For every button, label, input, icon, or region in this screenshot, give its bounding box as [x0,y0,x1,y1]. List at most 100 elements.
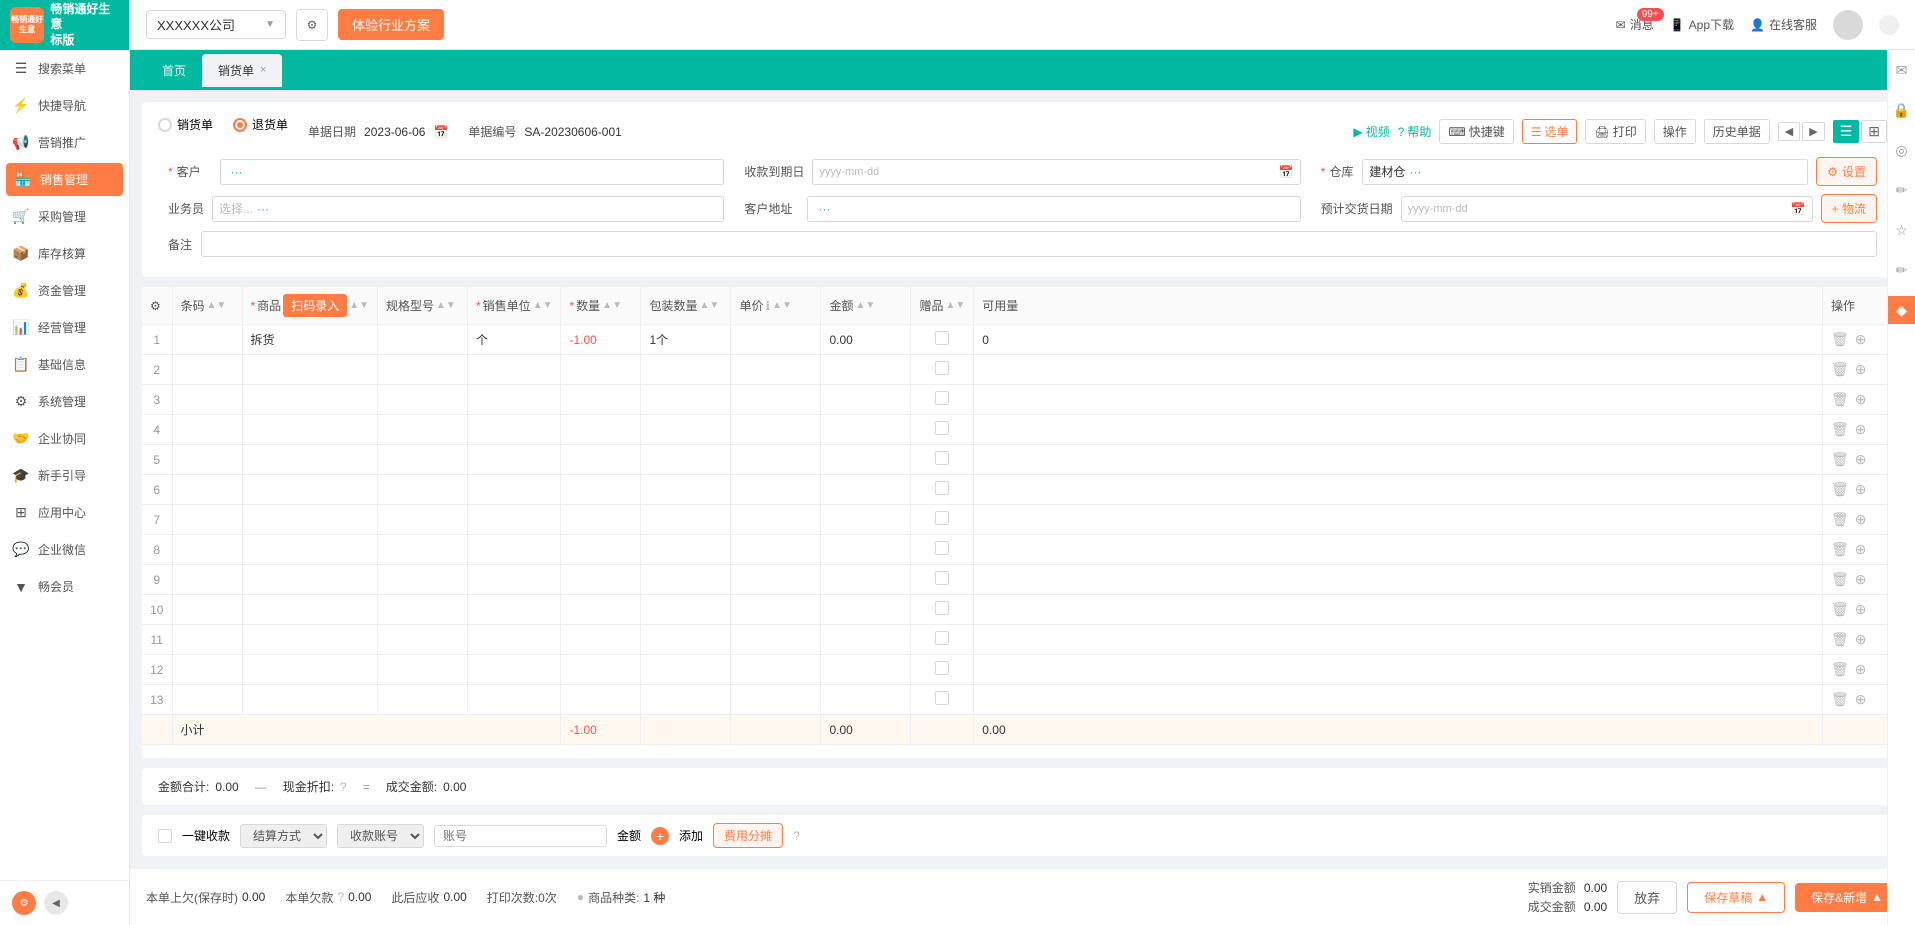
row-product-1[interactable]: 拆货 [242,325,378,355]
sidebar-item-system[interactable]: ⚙ 系统管理 [0,383,129,420]
gift-cb-5[interactable] [935,451,949,465]
customer-dots[interactable]: ··· [231,165,243,179]
radio-sales[interactable]: 销货单 [158,116,213,133]
gift-checkbox-1[interactable] [935,331,949,345]
prev-arrow[interactable]: ◀ [1778,122,1800,141]
delete-row-icon-1[interactable]: 🗑 [1831,331,1849,348]
one-click-checkbox[interactable] [158,829,172,843]
del-7[interactable]: 🗑 [1831,511,1849,528]
delivery-calendar[interactable]: 📅 [1791,202,1806,216]
del-3[interactable]: 🗑 [1831,391,1849,408]
copy-4[interactable]: ⊕ [1855,421,1867,438]
row-gift-1[interactable] [911,325,974,355]
discard-button[interactable]: 放弃 [1617,881,1677,914]
help-link[interactable]: ? 帮助 [1398,123,1432,140]
customer-input[interactable]: ··· [220,159,725,185]
video-link[interactable]: ▶ 视频 [1353,123,1389,140]
sidebar-item-inventory[interactable]: 📦 库存核算 [0,235,129,272]
right-panel-icon-3[interactable]: ◎ [1888,136,1915,164]
tab-home[interactable]: 首页 [146,54,202,87]
sidebar-item-sales[interactable]: 🏪 销售管理 [6,163,123,196]
copy-6[interactable]: ⊕ [1855,481,1867,498]
row-pack-qty-1[interactable]: 1个 [641,325,731,355]
copy-row-icon-1[interactable]: ⊕ [1855,331,1867,348]
row-unit-1[interactable]: 个 [468,325,561,355]
copy-12[interactable]: ⊕ [1855,661,1867,678]
sidebar-item-shortcut[interactable]: ⚡ 快捷导航 [0,87,129,124]
warehouse-dots[interactable]: ··· [1409,165,1421,179]
row-price-1[interactable] [731,325,821,355]
customer-address-input[interactable]: ··· [807,196,1300,222]
customer-address-dots[interactable]: ··· [818,202,830,216]
arrears-help-icon[interactable]: ? [337,890,344,904]
del-8[interactable]: 🗑 [1831,541,1849,558]
row-barcode-1[interactable] [172,325,242,355]
trial-button[interactable]: 体验行业方案 [338,9,444,40]
del-4[interactable]: 🗑 [1831,421,1849,438]
gift-cb-3[interactable] [935,391,949,405]
table-gear-icon[interactable]: ⚙ [150,299,161,313]
method-select[interactable]: 结算方式 [240,824,327,848]
row-spec-1[interactable] [378,325,468,355]
del-9[interactable]: 🗑 [1831,571,1849,588]
company-selector[interactable]: XXXXXX公司 ▼ [146,10,286,39]
right-panel-icon-4[interactable]: ✏ [1888,176,1915,204]
del-6[interactable]: 🗑 [1831,481,1849,498]
operate-btn[interactable]: 操作 [1654,119,1696,144]
sidebar-item-guide[interactable]: 🎓 新手引导 [0,457,129,494]
price-info-icon[interactable]: ℹ [766,299,771,313]
expense-help-icon[interactable]: ? [793,829,800,843]
copy-11[interactable]: ⊕ [1855,631,1867,648]
right-panel-icon-7[interactable]: ◆ [1888,296,1915,324]
help-discount-icon[interactable]: ? [340,780,347,794]
warehouse-input[interactable]: 建材仓 ··· [1362,159,1808,185]
avatar2[interactable] [1879,15,1899,35]
next-arrow[interactable]: ▶ [1802,122,1824,141]
del-10[interactable]: 🗑 [1831,601,1849,618]
sidebar-item-management[interactable]: 📊 经营管理 [0,309,129,346]
tab-close-icon[interactable]: × [260,64,266,76]
right-panel-icon-2[interactable]: 🔒 [1888,96,1915,124]
settings-button[interactable]: ⚙ 设置 [1816,157,1877,186]
sidebar-item-wechat[interactable]: 💬 企业微信 [0,531,129,568]
shortcut-btn[interactable]: ⌨ 快捷键 [1439,119,1513,144]
right-panel-icon-5[interactable]: ☆ [1888,216,1915,244]
gift-cb-7[interactable] [935,511,949,525]
del-13[interactable]: 🗑 [1831,691,1849,708]
gift-cb-4[interactable] [935,421,949,435]
right-panel-icon-6[interactable]: ✏ [1888,256,1915,284]
copy-8[interactable]: ⊕ [1855,541,1867,558]
online-service-button[interactable]: 👤 在线客服 [1750,16,1817,33]
sidebar-item-collab[interactable]: 🤝 企业协同 [0,420,129,457]
sidebar-item-basic[interactable]: 📋 基础信息 [0,346,129,383]
gift-cb-10[interactable] [935,601,949,615]
account-input[interactable] [434,825,607,847]
copy-9[interactable]: ⊕ [1855,571,1867,588]
sidebar-item-apps[interactable]: ⊞ 应用中心 [0,494,129,531]
account-select[interactable]: 收款账号 [337,824,424,848]
avatar[interactable] [1833,10,1863,40]
gift-cb-9[interactable] [935,571,949,585]
filter-btn[interactable]: ☰ 选单 [1522,119,1578,144]
radio-return[interactable]: 退货单 [233,116,288,133]
message-button[interactable]: ✉ 消息 99+ [1616,16,1654,33]
add-payment-button[interactable]: + [651,827,669,845]
del-11[interactable]: 🗑 [1831,631,1849,648]
scan-button[interactable]: 扫码录入 [283,294,347,317]
gift-cb-11[interactable] [935,631,949,645]
payment-due-input[interactable]: yyyy-mm-dd 📅 [812,159,1300,185]
salesman-input[interactable]: 选择... ··· [212,196,724,222]
del-5[interactable]: 🗑 [1831,451,1849,468]
copy-10[interactable]: ⊕ [1855,601,1867,618]
product-type-radio-icon[interactable]: ● [577,890,584,904]
salesman-dots[interactable]: ··· [257,202,269,216]
copy-3[interactable]: ⊕ [1855,391,1867,408]
copy-13[interactable]: ⊕ [1855,691,1867,708]
topbar-gear-button[interactable]: ⚙ [296,9,328,41]
tab-sales-order[interactable]: 销货单 × [202,54,282,87]
note-input[interactable] [201,231,1877,257]
gift-cb-13[interactable] [935,691,949,705]
right-panel-icon-1[interactable]: ✉ [1888,56,1915,84]
gift-cb-6[interactable] [935,481,949,495]
sidebar-item-marketing[interactable]: 📢 营销推广 [0,124,129,161]
